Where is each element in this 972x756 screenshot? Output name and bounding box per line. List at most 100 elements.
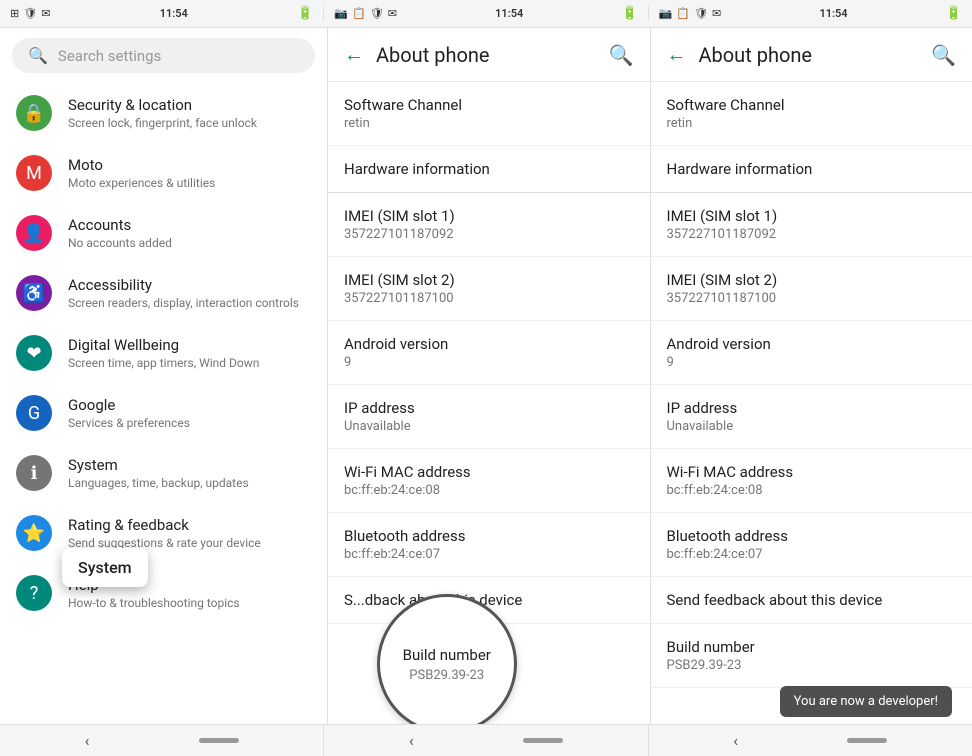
about-item-title-4: Android version — [344, 335, 634, 353]
settings-subtitle-moto: Moto experiences & utilities — [68, 176, 311, 190]
search-button-1[interactable]: 🔍 — [609, 43, 634, 67]
settings-item-moto[interactable]: M MotoMoto experiences & utilities — [0, 143, 327, 203]
about-item-subtitle-4: 9 — [344, 355, 634, 370]
about-item-8[interactable]: Send feedback about this device — [651, 577, 972, 624]
settings-subtitle-digitalwellbeing: Screen time, app timers, Wind Down — [68, 356, 311, 370]
main-container: 🔍 Search settings 🔒Security & locationSc… — [0, 28, 972, 724]
search-bar[interactable]: 🔍 Search settings — [12, 38, 315, 73]
settings-text-digitalwellbeing: Digital WellbeingScreen time, app timers… — [68, 336, 311, 370]
about-item-3[interactable]: IMEI (SIM slot 2)357227101187100 — [651, 257, 972, 321]
build-circle-value: PSB29.39-23 — [409, 668, 484, 683]
settings-item-help[interactable]: ?HelpHow-to & troubleshooting topics — [0, 563, 327, 623]
status-icons-left-3: 📷 📋 🛡 ✉ — [659, 7, 722, 20]
status-time-2: 11:54 — [495, 7, 523, 20]
build-number-container: Build numberPSB29.39-23 — [328, 624, 650, 694]
about-item-title-8: Send feedback about this device — [667, 591, 957, 609]
about-content-2: Software ChannelretinHardware informatio… — [651, 82, 972, 724]
nav-home-2[interactable] — [523, 738, 563, 743]
search-icon: 🔍 — [28, 46, 48, 65]
about-item-build2[interactable]: Build number PSB29.39-23 — [651, 624, 972, 688]
back-button-2[interactable]: ← — [667, 42, 687, 67]
settings-title-accessibility: Accessibility — [68, 276, 311, 294]
status-time-1: 11:54 — [160, 7, 188, 20]
about-item-2[interactable]: IMEI (SIM slot 1)357227101187092 — [328, 193, 650, 257]
settings-item-security[interactable]: 🔒Security & locationScreen lock, fingerp… — [0, 83, 327, 143]
icon-camera3: 📷 — [659, 7, 673, 20]
settings-text-accessibility: AccessibilityScreen readers, display, in… — [68, 276, 311, 310]
about-item-title-3: IMEI (SIM slot 2) — [344, 271, 634, 289]
search-button-2[interactable]: 🔍 — [931, 43, 956, 67]
battery-icon-1: 🔋 — [297, 6, 313, 21]
about-item-title-7: Bluetooth address — [344, 527, 634, 545]
settings-text-security: Security & locationScreen lock, fingerpr… — [68, 96, 311, 130]
developer-toast: You are now a developer! — [780, 686, 952, 717]
about-item-3[interactable]: IMEI (SIM slot 2) 357227101187100 — [328, 257, 650, 321]
about-item-4[interactable]: Android version 9 — [651, 321, 972, 385]
about-item-5[interactable]: IP addressUnavailable — [651, 385, 972, 449]
build-title-2: Build number — [667, 638, 957, 656]
settings-text-moto: MotoMoto experiences & utilities — [68, 156, 311, 190]
about-item-5[interactable]: IP addressUnavailable — [328, 385, 650, 449]
settings-item-digitalwellbeing[interactable]: ❤Digital WellbeingScreen time, app timer… — [0, 323, 327, 383]
about-item-subtitle-3: 357227101187100 — [344, 291, 634, 306]
settings-title-accounts: Accounts — [68, 216, 311, 234]
about-item-7[interactable]: Bluetooth addressbc:ff:eb:24:ce:07 — [328, 513, 650, 577]
nav-bar: ‹ ‹ ‹ — [0, 724, 972, 756]
settings-subtitle-help: How-to & troubleshooting topics — [68, 596, 311, 610]
about-item-title-5: IP address — [344, 399, 634, 417]
icon-sms2: ✉ — [388, 7, 397, 20]
settings-item-system[interactable]: ℹSystemLanguages, time, backup, updates — [0, 443, 327, 503]
status-segment-3: 📷 📋 🛡 ✉ 11:54 🔋 — [649, 6, 972, 21]
about-panel-1: ← About phone 🔍 Software Channel retin Har… — [328, 28, 651, 724]
about-item-0[interactable]: Software Channel retin — [328, 82, 650, 146]
status-icons-left-2: 📷 📋 🛡 ✉ — [334, 7, 397, 20]
nav-home-1[interactable] — [199, 738, 239, 743]
settings-item-google[interactable]: GGoogleServices & preferences — [0, 383, 327, 443]
nav-segment-2: ‹ — [324, 725, 648, 756]
about-item-title-0: Software Channel — [344, 96, 634, 114]
build-circle[interactable]: Build numberPSB29.39-23 — [377, 594, 517, 724]
icon-shield: 🛡 — [23, 7, 37, 20]
settings-icon-moto: M — [16, 155, 52, 191]
settings-subtitle-security: Screen lock, fingerprint, face unlock — [68, 116, 311, 130]
about-item-6[interactable]: Wi-Fi MAC addressbc:ff:eb:24:ce:08 — [328, 449, 650, 513]
nav-back-3[interactable]: ‹ — [733, 731, 738, 750]
about-item-subtitle-6: bc:ff:eb:24:ce:08 — [667, 483, 957, 498]
settings-item-accounts[interactable]: 👤 Accounts No accounts added — [0, 203, 327, 263]
settings-title-system: System — [68, 456, 311, 474]
about-item-7[interactable]: Bluetooth addressbc:ff:eb:24:ce:07 — [651, 513, 972, 577]
status-bar: ⊞ 🛡 ✉ 11:54 🔋 📷 📋 🛡 ✉ 11:54 🔋 📷 📋 🛡 ✉ 11… — [0, 0, 972, 28]
about-item-4[interactable]: Android version 9 — [328, 321, 650, 385]
about-section-title-1: Hardware information — [344, 160, 634, 178]
about-item-title-4: Android version — [667, 335, 957, 353]
settings-item-accessibility[interactable]: ♿AccessibilityScreen readers, display, i… — [0, 263, 327, 323]
about-header-2: ← About phone 🔍 — [651, 28, 972, 82]
search-placeholder: Search settings — [58, 47, 161, 65]
build-subtitle-2: PSB29.39-23 — [667, 658, 957, 673]
about-panel-2: ← About phone 🔍 Software ChannelretinHar… — [651, 28, 972, 724]
icon-clip: 📋 — [352, 7, 366, 20]
nav-segment-1: ‹ — [0, 725, 324, 756]
about-item-6[interactable]: Wi-Fi MAC addressbc:ff:eb:24:ce:08 — [651, 449, 972, 513]
about-item-0[interactable]: Software Channelretin — [651, 82, 972, 146]
status-segment-1: ⊞ 🛡 ✉ 11:54 🔋 — [0, 6, 324, 21]
about-item-subtitle-3: 357227101187100 — [667, 291, 957, 306]
about-item-2[interactable]: IMEI (SIM slot 1)357227101187092 — [651, 193, 972, 257]
battery-icon-3: 🔋 — [946, 6, 962, 21]
settings-icon-accounts: 👤 — [16, 215, 52, 251]
settings-subtitle-accounts: No accounts added — [68, 236, 311, 250]
about-content-1: Software Channel retin Hardware informatio… — [328, 82, 650, 724]
settings-icon-help: ? — [16, 575, 52, 611]
back-button-1[interactable]: ← — [344, 42, 364, 67]
settings-item-rating[interactable]: ⭐Rating & feedbackSend suggestions & rat… — [0, 503, 327, 563]
about-header-1: ← About phone 🔍 — [328, 28, 650, 82]
about-item-subtitle-4: 9 — [667, 355, 957, 370]
icon-shield3: 🛡 — [694, 7, 708, 20]
nav-back-2[interactable]: ‹ — [409, 731, 414, 750]
settings-icon-google: G — [16, 395, 52, 431]
about-item-subtitle-6: bc:ff:eb:24:ce:08 — [344, 483, 634, 498]
about-item-subtitle-0: retin — [344, 116, 634, 131]
nav-home-3[interactable] — [847, 738, 887, 743]
nav-back-1[interactable]: ‹ — [85, 731, 90, 750]
settings-subtitle-system: Languages, time, backup, updates — [68, 476, 311, 490]
